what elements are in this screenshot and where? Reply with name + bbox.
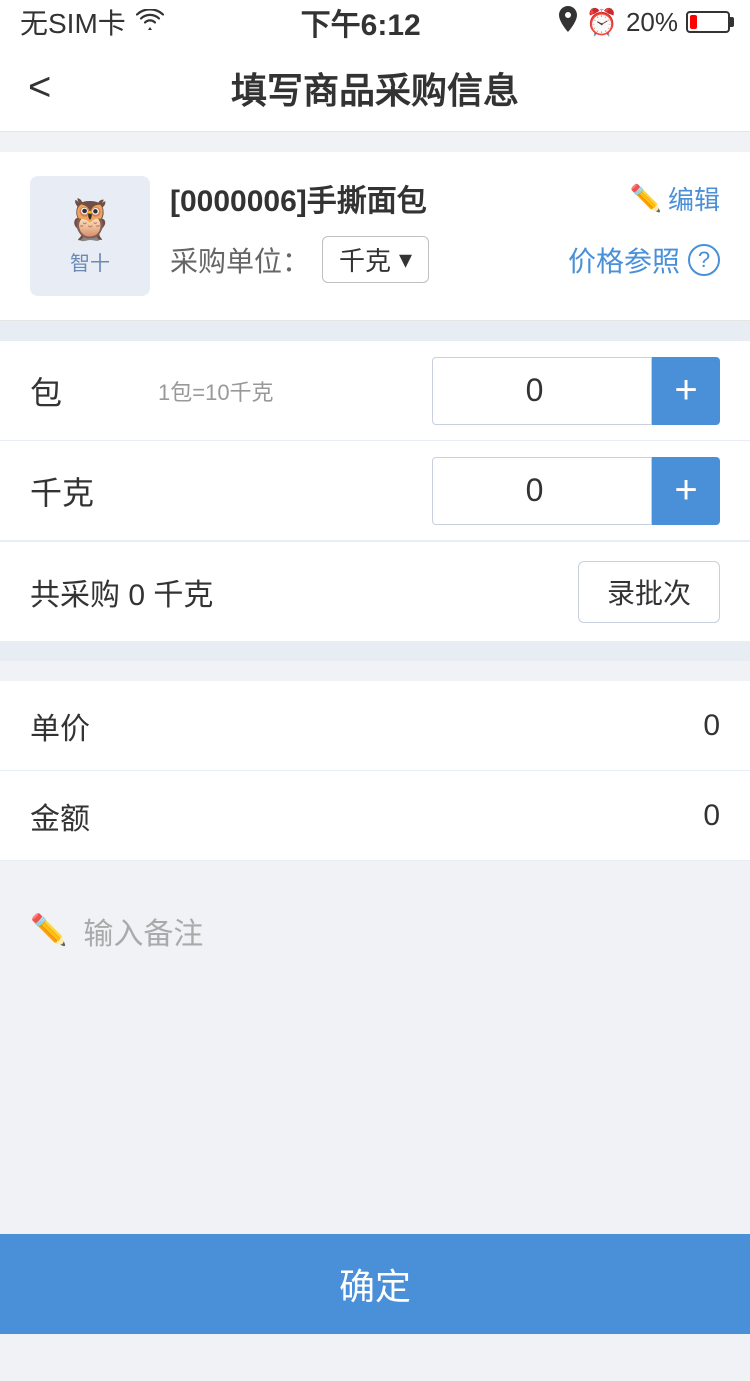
edit-label: 编辑 xyxy=(668,180,720,217)
status-left: 无SIM卡 xyxy=(20,2,164,42)
status-right: ⏰ 20% xyxy=(558,6,730,39)
price-unit-label: 单价 xyxy=(30,704,90,748)
quantity-label-bao: 包 xyxy=(30,368,150,414)
location-icon xyxy=(558,6,578,39)
price-row-amount: 金额 0 xyxy=(0,771,750,861)
quantity-section: 包 1包=10千克 + 千克 + 共采购 0 千克 录批次 xyxy=(0,341,750,641)
quantity-input-group-kg: + xyxy=(432,457,720,525)
product-name: [0000006]手撕面包 xyxy=(170,176,427,220)
section-divider-1 xyxy=(0,321,750,341)
product-thumbnail: 🦉 智十 xyxy=(30,176,150,296)
battery-percent: 20% xyxy=(626,7,678,38)
price-amount-label: 金额 xyxy=(30,794,90,838)
quantity-label-kg: 千克 xyxy=(30,468,150,514)
price-section: 单价 0 金额 0 xyxy=(0,681,750,861)
product-brand-label: 智十 xyxy=(70,247,110,276)
carrier-label: 无SIM卡 xyxy=(20,2,126,42)
purchase-unit-label: 采购单位： xyxy=(170,240,310,280)
unit-dropdown[interactable]: 千克 ▾ xyxy=(322,236,429,283)
price-ref-label: 价格参照 xyxy=(568,240,680,280)
summary-unit: 千克 xyxy=(153,579,213,612)
quantity-plus-bao[interactable]: + xyxy=(652,357,720,425)
back-button[interactable]: < xyxy=(28,65,51,110)
quantity-sublabel-bao: 1包=10千克 xyxy=(158,375,432,407)
batch-button[interactable]: 录批次 xyxy=(578,561,720,623)
section-divider-2 xyxy=(0,641,750,661)
edit-icon: ✏️ xyxy=(630,183,662,214)
quantity-plus-kg[interactable]: + xyxy=(652,457,720,525)
wifi-icon xyxy=(136,6,164,38)
battery-icon xyxy=(686,11,730,33)
pencil-icon: ✏️ xyxy=(30,913,67,948)
product-info: [0000006]手撕面包 ✏️ 编辑 采购单位： 千克 ▾ 价格参照 ? xyxy=(170,176,720,283)
status-bar: 无SIM卡 下午6:12 ⏰ 20% xyxy=(0,0,750,44)
note-section[interactable]: ✏️ 输入备注 xyxy=(0,881,750,981)
time-display: 下午6:12 xyxy=(301,0,421,44)
product-card: 🦉 智十 [0000006]手撕面包 ✏️ 编辑 采购单位： 千克 ▾ xyxy=(0,152,750,321)
nav-bar: < 填写商品采购信息 xyxy=(0,44,750,132)
quantity-input-kg[interactable] xyxy=(432,457,652,525)
quantity-row-kg: 千克 + xyxy=(0,441,750,541)
product-owl-icon: 🦉 xyxy=(65,196,115,243)
note-placeholder: 输入备注 xyxy=(83,909,203,953)
price-amount-value: 0 xyxy=(703,799,720,833)
confirm-button-label: 确定 xyxy=(339,1258,411,1310)
quantity-input-bao[interactable] xyxy=(432,357,652,425)
summary-text: 共采购 0 千克 xyxy=(30,570,213,614)
edit-button[interactable]: ✏️ 编辑 xyxy=(630,180,720,217)
page-title: 填写商品采购信息 xyxy=(231,62,519,114)
price-ref-button[interactable]: 价格参照 ? xyxy=(568,240,720,280)
summary-amount: 0 xyxy=(128,579,153,612)
quantity-input-group-bao: + xyxy=(432,357,720,425)
confirm-button[interactable]: 确定 xyxy=(0,1234,750,1334)
price-unit-value: 0 xyxy=(703,709,720,743)
unit-value: 千克 xyxy=(339,241,391,278)
price-row-unit: 单价 0 xyxy=(0,681,750,771)
quantity-row-bao: 包 1包=10千克 + xyxy=(0,341,750,441)
chevron-down-icon: ▾ xyxy=(399,244,412,275)
summary-row: 共采购 0 千克 录批次 xyxy=(0,541,750,641)
alarm-icon: ⏰ xyxy=(586,7,618,38)
summary-prefix: 共采购 xyxy=(30,579,128,612)
price-ref-question-icon: ? xyxy=(688,244,720,276)
